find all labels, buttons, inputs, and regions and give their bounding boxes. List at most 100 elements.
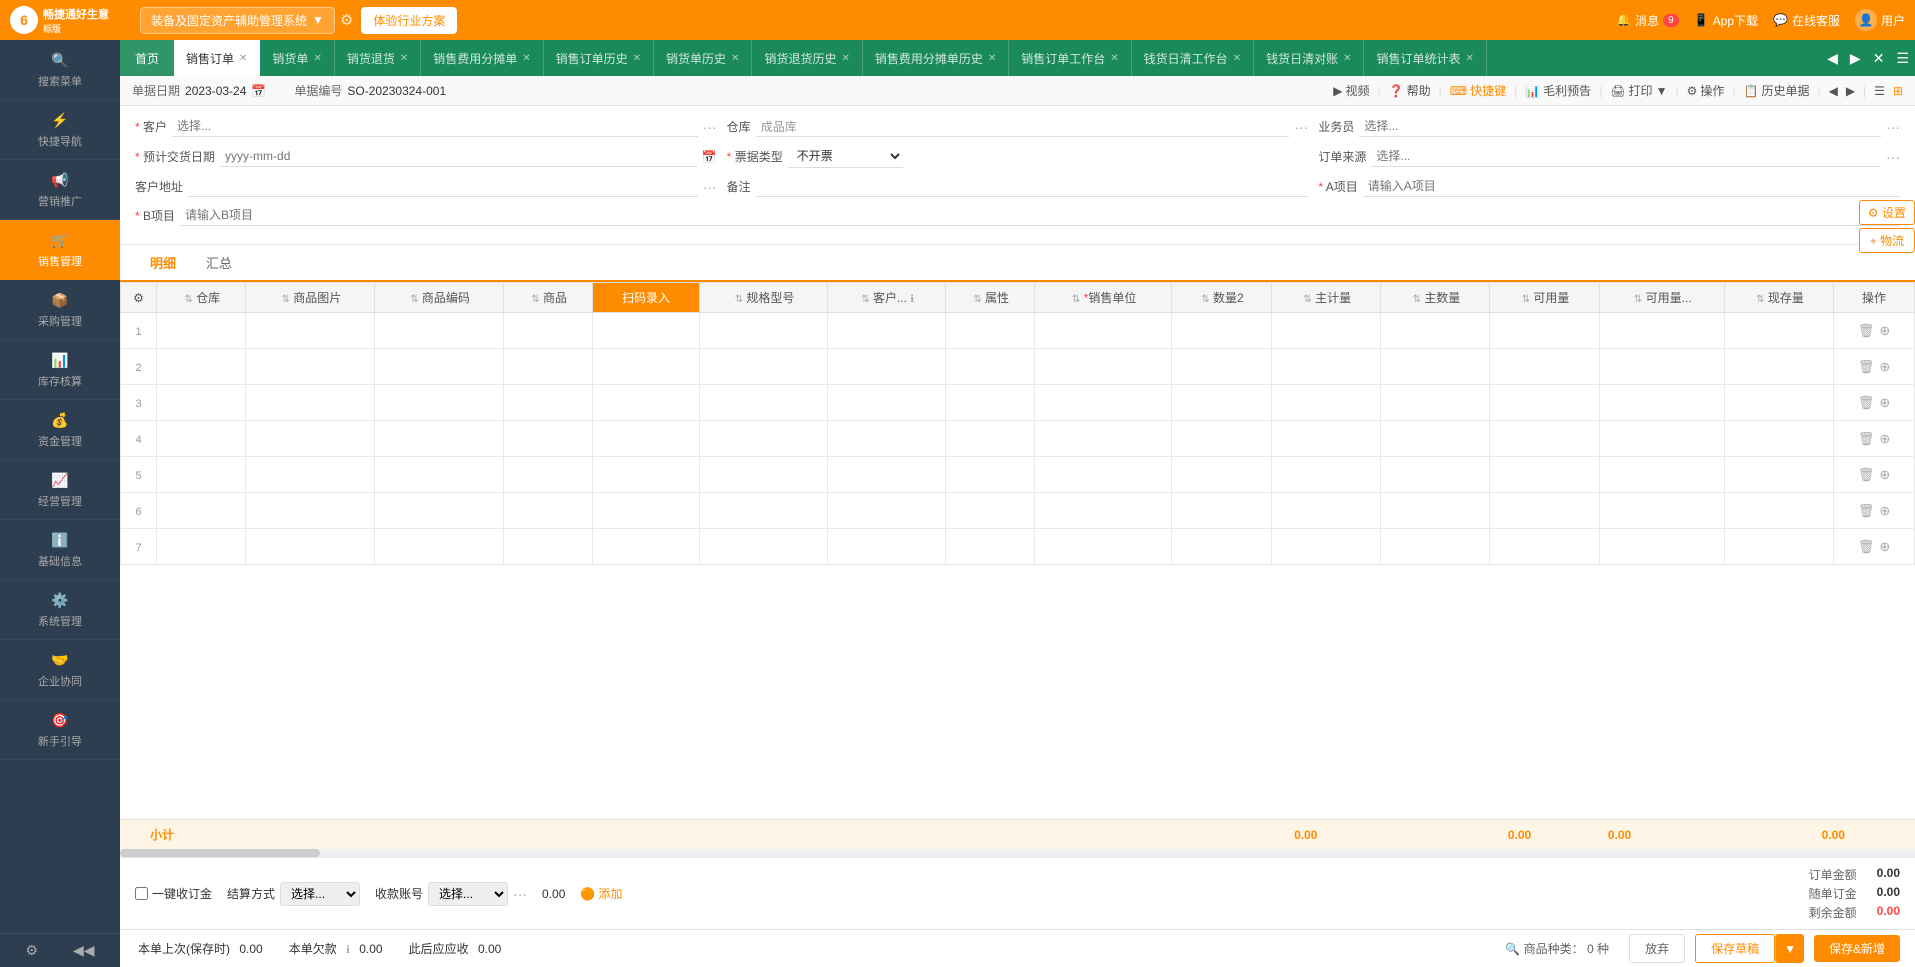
settings-bottom-icon[interactable]: ⚙ bbox=[25, 942, 38, 959]
tab-summary[interactable]: 汇总 bbox=[191, 245, 247, 280]
a-project-input[interactable] bbox=[1363, 176, 1900, 197]
tab-more-btn[interactable]: ☰ bbox=[1890, 40, 1915, 76]
tab-order-workbench-close[interactable]: ✕ bbox=[1110, 53, 1118, 64]
address-input[interactable] bbox=[188, 176, 698, 197]
sidebar-item-inventory[interactable]: 📊 库存核算 bbox=[0, 340, 120, 400]
warehouse-input[interactable] bbox=[756, 116, 1290, 137]
tab-fee-history[interactable]: 销售费用分摊单历史 ✕ bbox=[863, 40, 1009, 76]
tab-sales-delivery-close[interactable]: ✕ bbox=[313, 53, 321, 64]
tab-sales-order[interactable]: 销售订单 ✕ bbox=[174, 40, 260, 76]
margin-btn[interactable]: 📊 毛利预告 bbox=[1525, 82, 1591, 99]
tab-delivery-history-close[interactable]: ✕ bbox=[731, 53, 739, 64]
tab-home[interactable]: 首页 bbox=[120, 40, 174, 76]
tab-next-btn[interactable]: ▶ bbox=[1844, 40, 1867, 76]
sidebar-item-collab[interactable]: 🤝 企业协同 bbox=[0, 640, 120, 700]
sidebar-item-system[interactable]: ⚙️ 系统管理 bbox=[0, 580, 120, 640]
delete-icon[interactable]: 🗑 bbox=[1858, 395, 1875, 411]
remark-input[interactable] bbox=[756, 176, 1309, 197]
sidebar-item-guide[interactable]: 🎯 新手引导 bbox=[0, 700, 120, 760]
delete-icon[interactable]: 🗑 bbox=[1858, 431, 1875, 447]
scroll-thumb[interactable] bbox=[120, 849, 320, 857]
tab-order-history-close[interactable]: ✕ bbox=[633, 53, 641, 64]
tab-sales-fee[interactable]: 销售费用分摊单 ✕ bbox=[421, 40, 543, 76]
copy-icon[interactable]: ⊕ bbox=[1879, 323, 1890, 339]
staff-input[interactable] bbox=[1359, 116, 1881, 137]
scroll-indicator[interactable] bbox=[120, 849, 1915, 857]
shortcut-btn[interactable]: ⌨ 快捷键 bbox=[1450, 82, 1506, 99]
tab-sales-stats[interactable]: 销售订单统计表 ✕ bbox=[1364, 40, 1486, 76]
tab-order-workbench[interactable]: 销售订单工作台 ✕ bbox=[1009, 40, 1131, 76]
user-item[interactable]: 👤 用户 bbox=[1855, 9, 1905, 31]
industry-btn[interactable]: 体验行业方案 bbox=[361, 7, 457, 34]
collapse-icon[interactable]: ◀◀ bbox=[73, 942, 95, 959]
invoice-select[interactable]: 不开票 增值税普通发票 增值税专用发票 bbox=[788, 145, 903, 168]
tab-sales-delivery[interactable]: 销货单 ✕ bbox=[260, 40, 334, 76]
tab-sales-return[interactable]: 销货退货 ✕ bbox=[335, 40, 421, 76]
staff-dots[interactable]: ··· bbox=[1886, 119, 1900, 135]
sidebar-item-search[interactable]: 🔍 搜索菜单 bbox=[0, 40, 120, 100]
sidebar-item-marketing[interactable]: 📢 营销推广 bbox=[0, 160, 120, 220]
tab-cash-workbench-close[interactable]: ✕ bbox=[1233, 53, 1241, 64]
settlement-select[interactable]: 选择... bbox=[280, 882, 360, 906]
copy-icon[interactable]: ⊕ bbox=[1879, 359, 1890, 375]
delete-icon[interactable]: 🗑 bbox=[1858, 359, 1875, 375]
one-click-checkout-label[interactable]: 一键收订金 bbox=[135, 885, 212, 902]
calendar-icon[interactable]: 📅 bbox=[251, 84, 266, 98]
help-btn[interactable]: ❓ 帮助 bbox=[1389, 82, 1431, 99]
account-dots[interactable]: ··· bbox=[513, 886, 527, 902]
warehouse-dots[interactable]: ··· bbox=[1294, 119, 1308, 135]
col-settings[interactable]: ⚙ bbox=[121, 283, 157, 313]
settings-icon[interactable]: ⚙ bbox=[340, 11, 353, 29]
tab-delivery-history[interactable]: 销货单历史 ✕ bbox=[654, 40, 752, 76]
col-barcode[interactable]: 扫码录入 bbox=[593, 283, 699, 313]
delivery-input[interactable] bbox=[220, 146, 697, 167]
copy-icon[interactable]: ⊕ bbox=[1879, 467, 1890, 483]
discard-btn[interactable]: 放弃 bbox=[1629, 934, 1685, 963]
b-project-input[interactable] bbox=[180, 205, 1900, 226]
sidebar-item-nav[interactable]: ⚡ 快捷导航 bbox=[0, 100, 120, 160]
copy-icon[interactable]: ⊕ bbox=[1879, 503, 1890, 519]
customer-dots[interactable]: ··· bbox=[703, 119, 717, 135]
tab-detail[interactable]: 明细 bbox=[135, 245, 191, 282]
tab-sales-fee-close[interactable]: ✕ bbox=[522, 53, 530, 64]
tab-cash-reconcile[interactable]: 钱货日清对账 ✕ bbox=[1254, 40, 1364, 76]
tab-prev-btn[interactable]: ◀ bbox=[1821, 40, 1844, 76]
nav-next-btn[interactable]: ▶ bbox=[1846, 84, 1855, 98]
copy-icon[interactable]: ⊕ bbox=[1879, 539, 1890, 555]
order-source-dots[interactable]: ··· bbox=[1886, 149, 1900, 165]
settings-extra-btn[interactable]: ⚙ 设置 bbox=[1859, 200, 1915, 225]
account-select[interactable]: 选择... bbox=[428, 882, 508, 906]
notification-item[interactable]: 🔔 消息 9 bbox=[1616, 12, 1679, 29]
view-toggle-btn[interactable]: ☰ bbox=[1874, 84, 1885, 98]
table-container[interactable]: ⚙ ⇅ 仓库 ⇅ 商品图片 ⇅ 商品编码 ⇅ 商品 bbox=[120, 282, 1915, 819]
customer-input[interactable] bbox=[172, 116, 698, 137]
delete-icon[interactable]: 🗑 bbox=[1858, 467, 1875, 483]
draft-btn[interactable]: 保存草稿 bbox=[1695, 934, 1775, 963]
sidebar-item-purchase[interactable]: 📦 采购管理 bbox=[0, 280, 120, 340]
history-btn[interactable]: 📋 历史单据 bbox=[1743, 82, 1809, 99]
online-support-item[interactable]: 💬 在线客服 bbox=[1773, 12, 1840, 29]
copy-icon[interactable]: ⊕ bbox=[1879, 431, 1890, 447]
nav-prev-btn[interactable]: ◀ bbox=[1829, 84, 1838, 98]
grid-toggle-btn[interactable]: ⊞ bbox=[1893, 84, 1903, 98]
tab-cash-workbench[interactable]: 钱货日清工作台 ✕ bbox=[1132, 40, 1254, 76]
print-btn[interactable]: 🖨 打印 ▼ bbox=[1610, 82, 1667, 99]
tab-order-history[interactable]: 销售订单历史 ✕ bbox=[544, 40, 654, 76]
sidebar-item-finance[interactable]: 💰 资金管理 bbox=[0, 400, 120, 460]
system-selector[interactable]: 装备及固定资产辅助管理系统 ▼ bbox=[140, 7, 335, 34]
delete-icon[interactable]: 🗑 bbox=[1858, 323, 1875, 339]
tab-sales-stats-close[interactable]: ✕ bbox=[1466, 53, 1474, 64]
tab-return-history[interactable]: 销货退货历史 ✕ bbox=[752, 40, 862, 76]
tab-return-history-close[interactable]: ✕ bbox=[841, 53, 849, 64]
sidebar-item-basic[interactable]: ℹ️ 基础信息 bbox=[0, 520, 120, 580]
tab-cash-reconcile-close[interactable]: ✕ bbox=[1343, 53, 1351, 64]
sidebar-item-sales[interactable]: 🛒 销售管理 bbox=[0, 220, 120, 280]
draft-arrow-btn[interactable]: ▼ bbox=[1775, 934, 1804, 963]
tab-sales-return-close[interactable]: ✕ bbox=[400, 53, 408, 64]
app-download-item[interactable]: 📱 App下载 bbox=[1694, 12, 1758, 29]
order-source-input[interactable] bbox=[1371, 146, 1881, 167]
sidebar-item-management[interactable]: 📈 经营管理 bbox=[0, 460, 120, 520]
delivery-calendar-icon[interactable]: 📅 bbox=[702, 150, 717, 164]
copy-icon[interactable]: ⊕ bbox=[1879, 395, 1890, 411]
delete-icon[interactable]: 🗑 bbox=[1858, 539, 1875, 555]
